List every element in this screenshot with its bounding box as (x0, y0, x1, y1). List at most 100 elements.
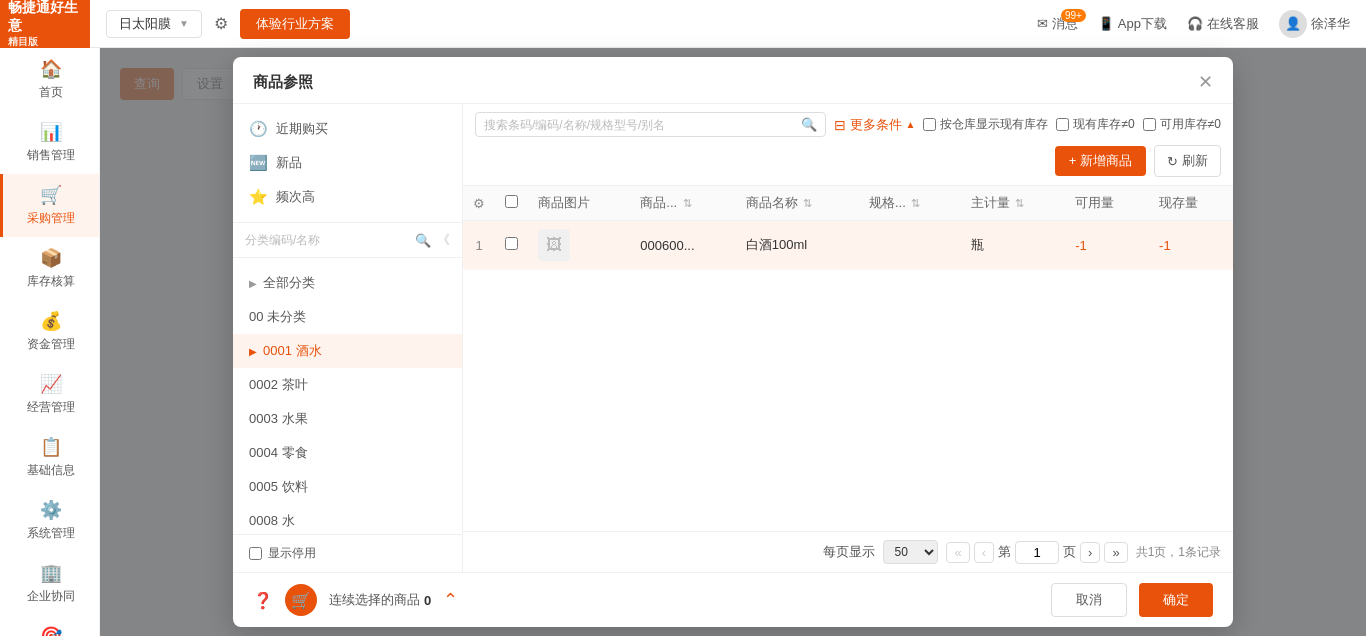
branch-selector[interactable]: 日太阳膜 ▼ (106, 10, 202, 38)
collapse-icon[interactable]: ⌃ (443, 589, 458, 611)
product-search-input[interactable] (484, 118, 797, 132)
warehouse-checkbox[interactable] (923, 118, 936, 131)
settings-column-header[interactable]: ⚙ (463, 186, 495, 221)
modal-body: 🕐 近期购买 🆕 新品 ⭐ 频次高 (233, 104, 1233, 572)
online-service-item[interactable]: 🎧 在线客服 (1187, 15, 1259, 33)
unit-column-header[interactable]: 主计量 ⇅ (961, 186, 1066, 221)
basic-icon: 📋 (40, 436, 62, 458)
category-search-input[interactable] (245, 233, 409, 247)
more-filters-button[interactable]: ⊟ 更多条件 ▲ (834, 116, 916, 134)
sidebar-item-operation[interactable]: 📈 经营管理 (0, 363, 99, 426)
existing-stock-checkbox[interactable] (1056, 118, 1069, 131)
search-icon[interactable]: 🔍 (801, 117, 817, 132)
expand-icon: ▶ (249, 278, 257, 289)
user-item[interactable]: 👤 徐泽华 (1279, 10, 1350, 38)
total-records-info: 共1页，1条记录 (1136, 544, 1221, 561)
gear-icon[interactable]: ⚙ (214, 14, 228, 33)
last-page-button[interactable]: » (1104, 542, 1127, 563)
row-checkbox[interactable] (505, 237, 518, 250)
checkbox-column-header (495, 186, 528, 221)
confirm-button[interactable]: 确定 (1139, 583, 1213, 617)
filter-icon: ⊟ (834, 117, 846, 133)
product-name-cell: 白酒100ml (736, 221, 859, 270)
toolbar-right: + 新增商品 ↻ 刷新 (1055, 145, 1221, 177)
category-0003[interactable]: 0003 水果 (233, 402, 462, 436)
new-product-item[interactable]: 🆕 新品 (233, 146, 462, 180)
product-code-cell: 000600... (630, 221, 736, 270)
stock-column-header: 现存量 (1149, 186, 1233, 221)
system-icon: ⚙️ (40, 499, 62, 521)
home-icon: 🏠 (40, 58, 62, 80)
guide-icon: 🎯 (40, 625, 62, 636)
search-icon[interactable]: 🔍 (415, 233, 431, 248)
code-column-header[interactable]: 商品... ⇅ (630, 186, 736, 221)
per-page-label: 每页显示 (823, 543, 875, 561)
expand-icon-0001: ▶ (249, 346, 257, 357)
collapse-icon[interactable]: 《 (437, 231, 450, 249)
experience-button[interactable]: 体验行业方案 (240, 9, 350, 39)
page-navigation: « ‹ 第 页 › » (946, 541, 1127, 564)
image-column-header: 商品图片 (528, 186, 630, 221)
category-all[interactable]: ▶ 全部分类 (233, 266, 462, 300)
category-0001[interactable]: ▶ 0001 酒水 (233, 334, 462, 368)
category-0004[interactable]: 0004 零食 (233, 436, 462, 470)
sidebar-item-enterprise[interactable]: 🏢 企业协同 (0, 552, 99, 615)
headset-icon: 🎧 (1187, 16, 1203, 31)
select-all-checkbox[interactable] (505, 195, 518, 208)
enterprise-icon: 🏢 (40, 562, 62, 584)
category-00[interactable]: 00 未分类 (233, 300, 462, 334)
finance-icon: 💰 (40, 310, 62, 332)
recent-purchase-item[interactable]: 🕐 近期购买 (233, 112, 462, 146)
refresh-icon: ↻ (1167, 154, 1178, 169)
refresh-button[interactable]: ↻ 刷新 (1154, 145, 1221, 177)
product-spec-cell (859, 221, 961, 270)
help-icon[interactable]: ❓ (253, 591, 273, 610)
first-page-button[interactable]: « (946, 542, 969, 563)
operation-icon: 📈 (40, 373, 62, 395)
sidebar-item-guide[interactable]: 🎯 新手引导 (0, 615, 99, 636)
product-stock-cell: -1 (1149, 221, 1233, 270)
sidebar-item-basic[interactable]: 📋 基础信息 (0, 426, 99, 489)
modal-title: 商品参照 (253, 73, 313, 92)
main-layout: 🏠 首页 📊 销售管理 🛒 采购管理 📦 库存核算 💰 资金管理 📈 经营管理 … (0, 48, 1366, 636)
per-page-select[interactable]: 50 10 20 100 (883, 540, 938, 564)
sidebar-item-purchase[interactable]: 🛒 采购管理 (0, 174, 99, 237)
show-disabled-checkbox[interactable] (249, 547, 262, 560)
name-column-header[interactable]: 商品名称 ⇅ (736, 186, 859, 221)
cart-count: 0 (424, 593, 431, 608)
category-0005-label: 0005 饮料 (249, 478, 308, 496)
logo: 畅捷通好生意 精目版 (0, 0, 90, 48)
next-page-button[interactable]: › (1080, 542, 1100, 563)
add-product-button[interactable]: + 新增商品 (1055, 146, 1146, 176)
category-0005[interactable]: 0005 饮料 (233, 470, 462, 504)
close-icon[interactable]: ✕ (1198, 71, 1213, 93)
category-0008[interactable]: 0008 水 (233, 504, 462, 534)
category-0002[interactable]: 0002 茶叶 (233, 368, 462, 402)
spec-column-header[interactable]: 规格... ⇅ (859, 186, 961, 221)
recent-purchase-label: 近期购买 (276, 120, 328, 138)
messages-item[interactable]: ✉ 消息 99+ (1037, 15, 1078, 33)
cancel-button[interactable]: 取消 (1051, 583, 1127, 617)
page-number-input[interactable] (1015, 541, 1059, 564)
app-download-item[interactable]: 📱 App下载 (1098, 15, 1167, 33)
sidebar-item-sales[interactable]: 📊 销售管理 (0, 111, 99, 174)
product-image-cell: 🖼 (528, 221, 630, 270)
frequent-item[interactable]: ⭐ 频次高 (233, 180, 462, 214)
prev-page-button[interactable]: ‹ (974, 542, 994, 563)
service-label: 在线客服 (1207, 15, 1259, 33)
new-icon: 🆕 (249, 154, 268, 172)
modal-header: 商品参照 ✕ (233, 57, 1233, 104)
sort-icon: ⇅ (683, 197, 692, 209)
star-icon: ⭐ (249, 188, 268, 206)
sidebar-item-finance[interactable]: 💰 资金管理 (0, 300, 99, 363)
sidebar-item-system[interactable]: ⚙️ 系统管理 (0, 489, 99, 552)
available-stock-checkbox[interactable] (1143, 118, 1156, 131)
cart-icon[interactable]: 🛒 (285, 584, 317, 616)
sidebar-item-home[interactable]: 🏠 首页 (0, 48, 99, 111)
category-0002-label: 0002 茶叶 (249, 376, 308, 394)
mobile-icon: 📱 (1098, 16, 1114, 31)
sort-icon: ⇅ (803, 197, 812, 209)
table-row[interactable]: 1 🖼 000600... 白酒100ml (463, 221, 1233, 270)
table-body: 1 🖼 000600... 白酒100ml (463, 221, 1233, 270)
sidebar-item-inventory[interactable]: 📦 库存核算 (0, 237, 99, 300)
